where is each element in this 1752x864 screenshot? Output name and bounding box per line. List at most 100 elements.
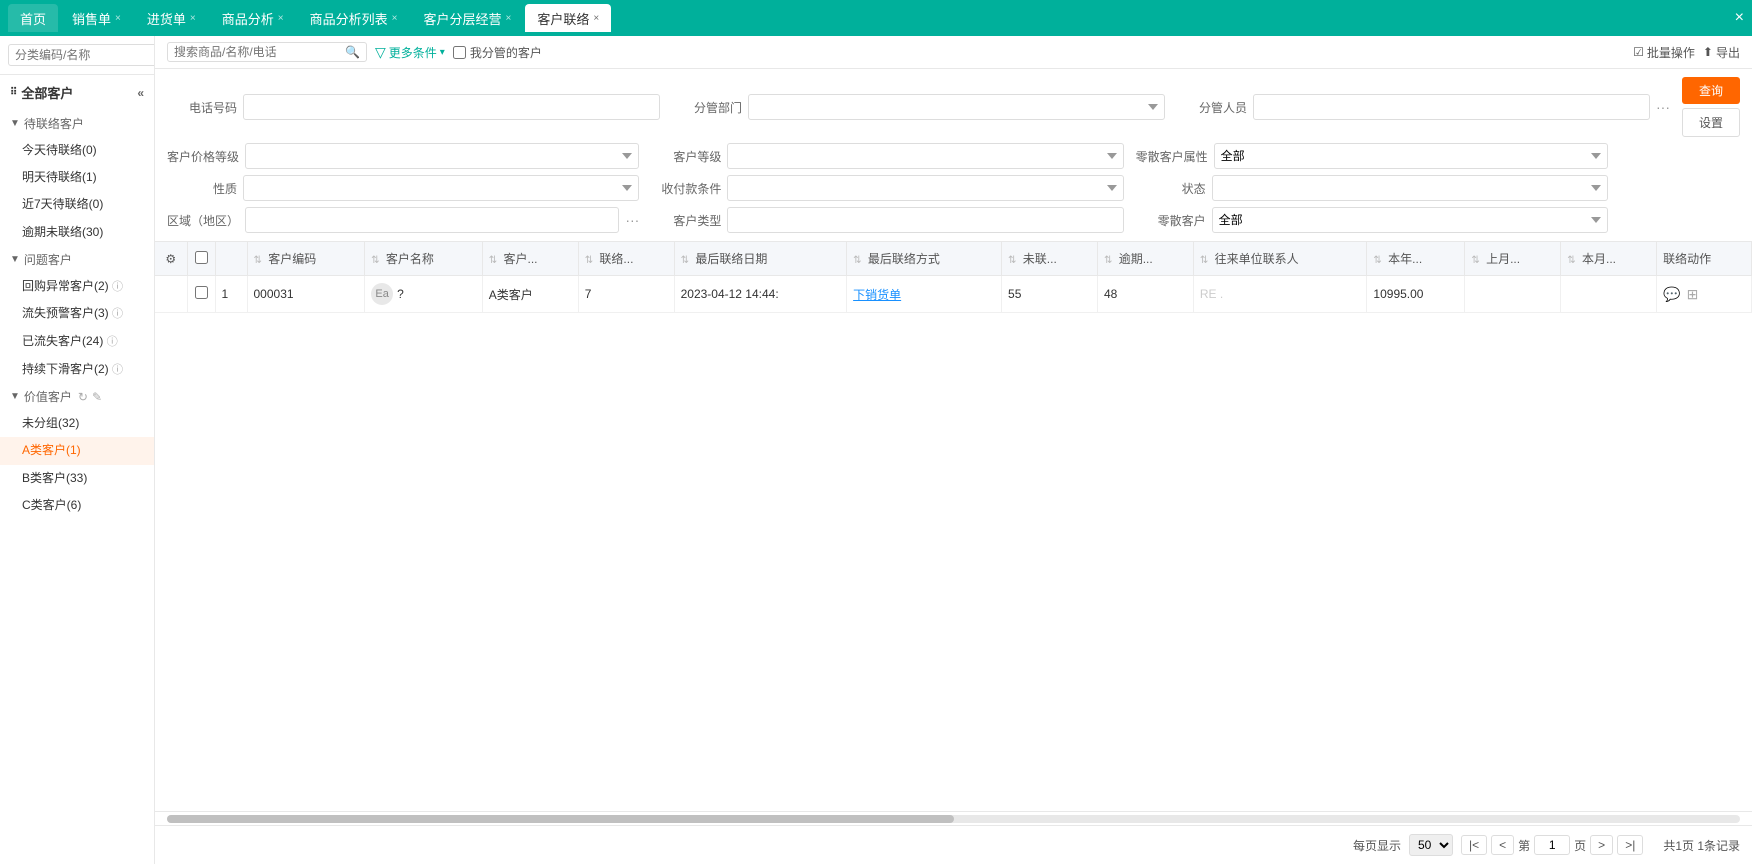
filter-icon: ▽ (375, 44, 386, 61)
tab-analysis[interactable]: 商品分析 × (210, 4, 296, 32)
filter-customer-level-select[interactable] (727, 143, 1123, 169)
search-input[interactable] (174, 45, 341, 59)
filter-phone-input[interactable] (243, 94, 660, 120)
last-page-btn[interactable]: >| (1617, 835, 1643, 855)
filter-manager-input[interactable] (1253, 94, 1650, 120)
sidebar-item-c-class[interactable]: C类客户(6) (0, 492, 154, 519)
col-name[interactable]: ⇅ 客户名称 (365, 242, 483, 276)
settings-button[interactable]: 设置 (1682, 108, 1740, 137)
col-this-year[interactable]: ⇅ 本年... (1367, 242, 1465, 276)
sort-handle-lmonth: ⇅ (1471, 255, 1479, 266)
action-qr-icon[interactable]: ⊞ (1687, 286, 1699, 303)
batch-btn[interactable]: ☑ 批量操作 (1633, 44, 1695, 61)
horizontal-scrollbar (155, 811, 1752, 825)
scroll-track[interactable] (167, 815, 1740, 823)
filter-region-dots[interactable]: ··· (625, 212, 639, 228)
filter-retail-attr-select[interactable]: 全部 (1214, 143, 1608, 169)
select-all-checkbox[interactable] (195, 251, 208, 264)
my-customers-checkbox[interactable] (453, 46, 466, 59)
sidebar-search-area: 🔍 (0, 36, 154, 75)
tab-customer-contact-label: 客户联络 (537, 9, 589, 28)
filter-payment-select[interactable] (727, 175, 1123, 201)
search-icon[interactable]: 🔍 (345, 45, 360, 59)
filter-btn-label: 更多条件 (389, 44, 437, 61)
tab-customer-seg[interactable]: 客户分层经营 × (411, 4, 523, 32)
col-last-month[interactable]: ⇅ 上月... (1465, 242, 1561, 276)
row-checkbox[interactable] (195, 286, 208, 299)
next-page-btn[interactable]: > (1590, 835, 1613, 855)
col-settings[interactable]: ⚙ (155, 242, 187, 276)
col-unit-contacts[interactable]: ⇅ 往来单位联系人 (1193, 242, 1367, 276)
edit-icon[interactable]: ✎ (92, 390, 102, 404)
filter-customer-type-input[interactable] (727, 207, 1123, 233)
col-category[interactable]: ⇅ 客户... (482, 242, 578, 276)
sidebar-item-ungrouped[interactable]: 未分组(32) (0, 410, 154, 437)
filter-payment: 收付款条件 (651, 175, 1123, 201)
filter-dept-select[interactable] (748, 94, 1165, 120)
last-method-link[interactable]: 下销货单 (853, 288, 901, 302)
filter-nature-select[interactable] (243, 175, 639, 201)
sidebar-item-overdue[interactable]: 逾期未联络(30) (0, 219, 154, 246)
section-problem[interactable]: ▼ 问题客户 (0, 246, 154, 273)
top-nav: 首页 销售单 × 进货单 × 商品分析 × 商品分析列表 × 客户分层经营 × … (0, 0, 1752, 36)
tab-purchase[interactable]: 进货单 × (135, 4, 208, 32)
tab-customer-contact-close[interactable]: × (593, 13, 599, 24)
first-page-btn[interactable]: |< (1461, 835, 1487, 855)
sidebar-item-a-class[interactable]: A类客户(1) (0, 437, 154, 464)
col-last-date[interactable]: ⇅ 最后联络日期 (674, 242, 847, 276)
sidebar-item-today[interactable]: 今天待联络(0) (0, 137, 154, 164)
tab-home[interactable]: 首页 (8, 4, 58, 32)
filter-status: 状态 (1136, 175, 1608, 201)
export-icon: ⬆ (1703, 45, 1713, 59)
sidebar-item-lost[interactable]: 已流失客户(24) ⓘ (0, 328, 154, 356)
col-last-method[interactable]: ⇅ 最后联络方式 (847, 242, 1002, 276)
tab-purchase-close[interactable]: × (190, 13, 196, 24)
cell-no-contact: 55 (1002, 276, 1098, 313)
sidebar-collapse-icon[interactable]: « (137, 86, 144, 100)
sidebar-item-declining[interactable]: 持续下滑客户(2) ⓘ (0, 356, 154, 384)
sidebar-item-b-class[interactable]: B类客户(33) (0, 465, 154, 492)
filter-region-input[interactable] (245, 207, 619, 233)
tab-analysis-list-label: 商品分析列表 (310, 9, 388, 28)
sort-handle-year: ⇅ (1373, 255, 1381, 266)
filter-price-level-select[interactable] (245, 143, 639, 169)
sidebar-search-input[interactable] (8, 44, 155, 66)
tab-sales[interactable]: 销售单 × (60, 4, 133, 32)
section-pending[interactable]: ▼ 待联络客户 (0, 110, 154, 137)
per-page-select[interactable]: 50 (1409, 834, 1453, 856)
tab-customer-contact[interactable]: 客户联络 × (525, 4, 611, 32)
filter-retail-label: 零散客户 (1136, 212, 1206, 229)
col-this-month[interactable]: ⇅ 本月... (1561, 242, 1657, 276)
filter-dept: 分管部门 (672, 94, 1165, 120)
sidebar-item-7days[interactable]: 近7天待联络(0) (0, 191, 154, 218)
col-contact[interactable]: ⇅ 联络... (578, 242, 674, 276)
sidebar-item-tomorrow[interactable]: 明天待联络(1) (0, 164, 154, 191)
export-btn[interactable]: ⬆ 导出 (1703, 44, 1740, 61)
sidebar-all-customers[interactable]: ⠿ 全部客户 « (0, 75, 154, 110)
close-all-tabs[interactable]: × (1735, 9, 1744, 27)
scroll-thumb[interactable] (167, 815, 954, 823)
col-no-contact[interactable]: ⇅ 未联... (1002, 242, 1098, 276)
action-message-icon[interactable]: 💬 (1663, 286, 1680, 303)
sidebar: 🔍 ⠿ 全部客户 « ▼ 待联络客户 今天待联络(0) 明天待联络(1) 近7天… (0, 36, 155, 864)
prev-page-btn[interactable]: < (1491, 835, 1514, 855)
filter-retail-select[interactable]: 全部 (1212, 207, 1608, 233)
col-overdue[interactable]: ⇅ 逾期... (1097, 242, 1193, 276)
filter-btn[interactable]: ▽ 更多条件 ▾ (375, 44, 445, 61)
refresh-icon[interactable]: ↻ (78, 390, 88, 404)
sidebar-item-loss-warning[interactable]: 流失预警客户(3) ⓘ (0, 300, 154, 328)
tab-analysis-list-close[interactable]: × (392, 13, 398, 24)
filter-manager-dots[interactable]: ··· (1656, 99, 1670, 115)
tab-customer-seg-close[interactable]: × (505, 13, 511, 24)
col-code[interactable]: ⇅ 客户编码 (247, 242, 365, 276)
sidebar-item-abnormal[interactable]: 回购异常客户(2) ⓘ (0, 273, 154, 301)
filter-row-2: 客户价格等级 客户等级 零散客户属性 全部 (167, 143, 1740, 169)
section-value[interactable]: ▼ 价值客户 ↻ ✎ (0, 383, 154, 410)
tab-sales-close[interactable]: × (115, 13, 121, 24)
tab-analysis-list[interactable]: 商品分析列表 × (298, 4, 410, 32)
tab-analysis-close[interactable]: × (278, 13, 284, 24)
query-button[interactable]: 查询 (1682, 77, 1740, 104)
filter-status-select[interactable] (1212, 175, 1608, 201)
col-action: 联络动作 (1657, 242, 1752, 276)
page-input[interactable] (1534, 835, 1570, 855)
